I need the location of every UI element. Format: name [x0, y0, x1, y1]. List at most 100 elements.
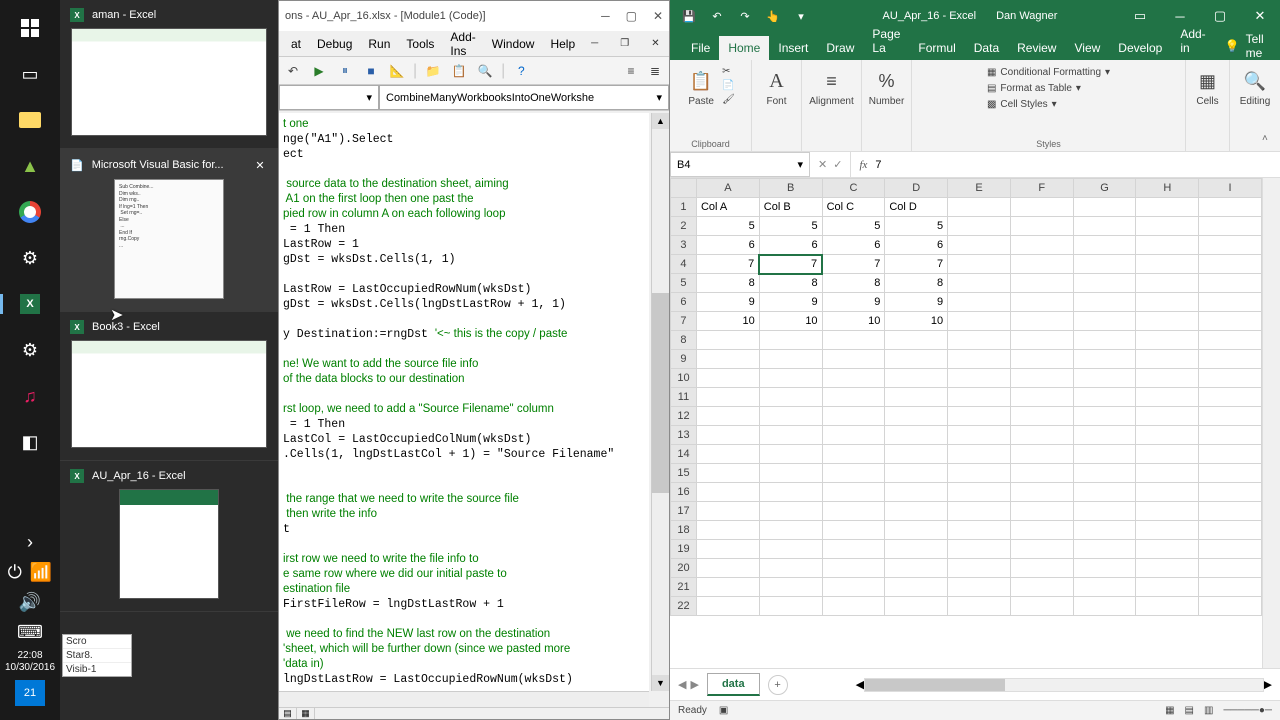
switcher-item-aman[interactable]: Xaman - Excel	[60, 0, 278, 149]
cell[interactable]	[1073, 502, 1136, 521]
cell[interactable]	[1073, 407, 1136, 426]
vba-horizontal-scrollbar[interactable]	[279, 691, 649, 707]
cell[interactable]	[822, 578, 885, 597]
cell[interactable]	[759, 521, 822, 540]
cell[interactable]	[885, 331, 948, 350]
cell[interactable]	[822, 521, 885, 540]
normal-view-icon[interactable]: ▦	[1165, 705, 1174, 716]
cell[interactable]	[759, 464, 822, 483]
cell[interactable]	[1010, 217, 1073, 236]
expand-arrow-icon[interactable]: ›	[8, 530, 52, 554]
copy-icon[interactable]: 📄	[722, 80, 735, 91]
cell[interactable]	[1010, 331, 1073, 350]
cell[interactable]	[696, 578, 759, 597]
cell[interactable]	[822, 540, 885, 559]
cell[interactable]	[759, 597, 822, 616]
toolbar-option-icon[interactable]: ≣	[645, 61, 665, 81]
switcher-item-book3[interactable]: XBook3 - Excel	[60, 312, 278, 461]
cell[interactable]	[1010, 312, 1073, 331]
cell[interactable]	[1010, 521, 1073, 540]
row-header[interactable]: 5	[671, 274, 697, 293]
cell[interactable]	[885, 521, 948, 540]
cell[interactable]: Col B	[759, 198, 822, 217]
cell[interactable]	[1199, 445, 1262, 464]
cell[interactable]	[1136, 464, 1199, 483]
row-header[interactable]: 19	[671, 540, 697, 559]
full-view-icon[interactable]: ▦	[297, 708, 315, 719]
cell[interactable]	[1073, 198, 1136, 217]
fx-icon[interactable]: fx	[859, 159, 867, 171]
mdi-minimize-icon[interactable]: ─	[583, 35, 606, 52]
menu-debug[interactable]: Debug	[309, 34, 360, 54]
cell[interactable]: 8	[822, 274, 885, 293]
cell[interactable]	[1136, 578, 1199, 597]
column-header[interactable]: E	[948, 179, 1011, 198]
cell[interactable]: 8	[696, 274, 759, 293]
cell[interactable]	[1073, 483, 1136, 502]
chrome-icon[interactable]	[8, 192, 52, 232]
row-header[interactable]: 6	[671, 293, 697, 312]
cell[interactable]	[1199, 426, 1262, 445]
cell[interactable]	[1136, 255, 1199, 274]
cell[interactable]	[822, 388, 885, 407]
minimize-icon[interactable]: ─	[601, 9, 610, 23]
cell[interactable]	[822, 464, 885, 483]
cell[interactable]	[948, 578, 1011, 597]
cell[interactable]	[1073, 350, 1136, 369]
row-header[interactable]: 18	[671, 521, 697, 540]
page-break-view-icon[interactable]: ▥	[1204, 705, 1213, 716]
cell[interactable]	[1199, 502, 1262, 521]
cell[interactable]	[1010, 407, 1073, 426]
file-explorer-icon[interactable]	[8, 100, 52, 140]
cell[interactable]	[1010, 578, 1073, 597]
cell[interactable]	[948, 559, 1011, 578]
cell[interactable]	[1199, 217, 1262, 236]
cell[interactable]	[822, 483, 885, 502]
close-icon[interactable]: ✕	[1240, 0, 1280, 32]
close-icon[interactable]: ✕	[653, 9, 663, 23]
number-group-button[interactable]: %Number	[865, 64, 909, 111]
menu-tools[interactable]: Tools	[398, 34, 442, 54]
column-header[interactable]: D	[885, 179, 948, 198]
cell[interactable]	[1199, 293, 1262, 312]
excel-taskbar-icon[interactable]: X	[8, 284, 52, 324]
cell[interactable]	[1136, 312, 1199, 331]
cell[interactable]	[948, 445, 1011, 464]
cell[interactable]	[1199, 597, 1262, 616]
save-icon[interactable]: 💾	[680, 7, 698, 25]
cell[interactable]	[822, 445, 885, 464]
row-header[interactable]: 12	[671, 407, 697, 426]
select-all-corner[interactable]	[671, 179, 697, 198]
cell[interactable]	[1136, 236, 1199, 255]
cell[interactable]	[1136, 293, 1199, 312]
volume-icon[interactable]: 🔊	[8, 590, 52, 614]
cell[interactable]	[759, 426, 822, 445]
cell[interactable]	[759, 502, 822, 521]
cell[interactable]: 9	[885, 293, 948, 312]
cell[interactable]	[1010, 274, 1073, 293]
cell[interactable]	[696, 445, 759, 464]
cell[interactable]	[1199, 578, 1262, 597]
column-header[interactable]: H	[1136, 179, 1199, 198]
cell[interactable]	[1073, 331, 1136, 350]
row-header[interactable]: 20	[671, 559, 697, 578]
vba-code-pane[interactable]: t one nge("A1").Select ect source data t…	[279, 113, 649, 691]
cell[interactable]	[1073, 274, 1136, 293]
cell[interactable]	[1073, 369, 1136, 388]
scroll-up-icon[interactable]: ▲	[652, 113, 669, 129]
collapse-ribbon-icon[interactable]: ˄	[1262, 133, 1276, 147]
cell[interactable]	[948, 597, 1011, 616]
editing-group-button[interactable]: 🔍Editing	[1236, 64, 1275, 111]
cell[interactable]	[948, 407, 1011, 426]
cell[interactable]	[759, 407, 822, 426]
cell[interactable]	[1199, 559, 1262, 578]
cell[interactable]	[696, 559, 759, 578]
cell[interactable]	[948, 293, 1011, 312]
cell[interactable]	[1136, 198, 1199, 217]
cell[interactable]	[1136, 331, 1199, 350]
app-icon[interactable]: ▲	[8, 146, 52, 186]
cell[interactable]: 5	[885, 217, 948, 236]
cell[interactable]	[1136, 426, 1199, 445]
vertical-scrollbar[interactable]	[1262, 178, 1280, 668]
settings-icon[interactable]: ⚙	[8, 330, 52, 370]
